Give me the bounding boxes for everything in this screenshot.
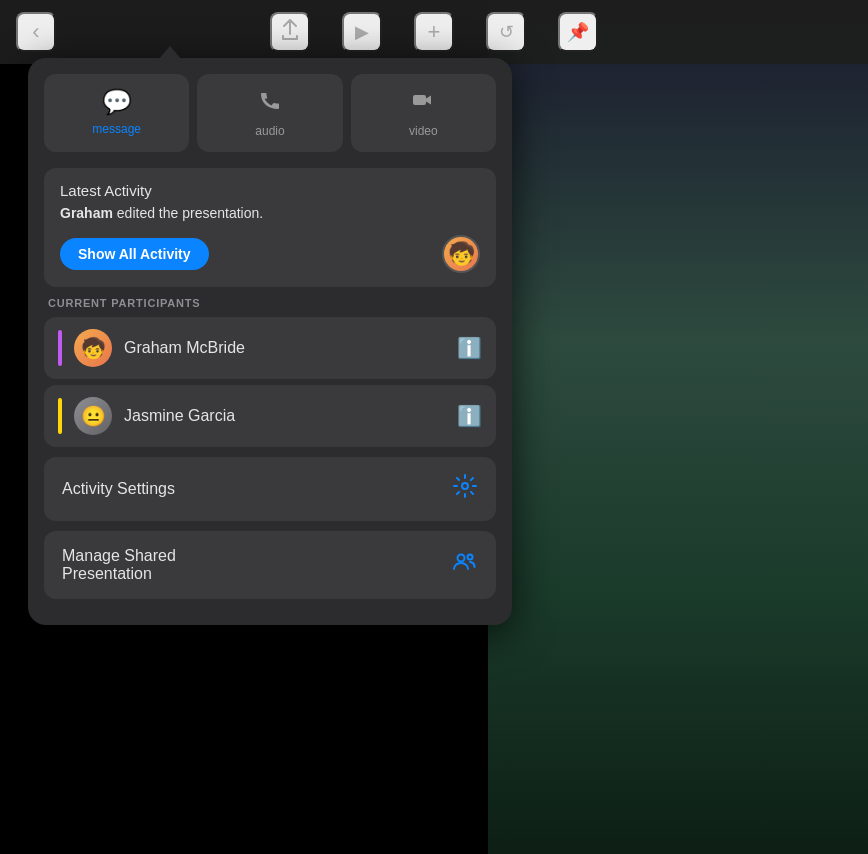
avatar-emoji-graham: 🧒 (81, 336, 106, 360)
participant-name-graham: Graham McBride (124, 339, 445, 357)
history-button[interactable]: ↺ (486, 12, 526, 52)
avatar-emoji-jasmine: 😐 (81, 404, 106, 428)
participant-bar-jasmine (58, 398, 62, 434)
activity-description: Graham edited the presentation. (60, 205, 480, 221)
back-button[interactable]: ‹ (16, 12, 56, 52)
manage-shared-icon (452, 549, 478, 581)
activity-rest: edited the presentation. (113, 205, 263, 221)
back-icon: ‹ (32, 19, 39, 45)
tab-message-label: message (92, 122, 141, 136)
activity-footer: Show All Activity 🧒 (60, 235, 480, 273)
manage-shared-label: Manage Shared Presentation (62, 547, 176, 583)
play-button[interactable]: ▶ (342, 12, 382, 52)
background-image (488, 0, 868, 854)
svg-rect-0 (413, 95, 426, 105)
participant-name-jasmine: Jasmine Garcia (124, 407, 445, 425)
popover-panel: 💬 message audio video Latest Activity (28, 58, 512, 625)
info-icon-graham[interactable]: ℹ️ (457, 336, 482, 360)
activity-settings-item[interactable]: Activity Settings (44, 457, 496, 521)
manage-shared-item[interactable]: Manage Shared Presentation (44, 531, 496, 599)
toolbar: ‹ ▶ + ↺ 📌 (0, 0, 868, 64)
add-button[interactable]: + (414, 12, 454, 52)
add-icon: + (428, 19, 441, 45)
play-icon: ▶ (355, 21, 369, 43)
svg-point-3 (468, 555, 473, 560)
activity-avatar: 🧒 (442, 235, 480, 273)
message-icon: 💬 (102, 88, 132, 116)
audio-icon (258, 88, 282, 118)
svg-point-1 (462, 483, 468, 489)
share-icon (280, 19, 300, 46)
svg-point-2 (458, 555, 465, 562)
participants-label: CURRENT PARTICIPANTS (44, 297, 496, 309)
avatar-emoji: 🧒 (448, 241, 475, 267)
tab-message[interactable]: 💬 message (44, 74, 189, 152)
participant-bar-graham (58, 330, 62, 366)
participants-section: CURRENT PARTICIPANTS 🧒 Graham McBride ℹ️… (44, 297, 496, 447)
activity-bold: Graham (60, 205, 113, 221)
pin-button[interactable]: 📌 (558, 12, 598, 52)
tab-video-label: video (409, 124, 438, 138)
participant-avatar-graham: 🧒 (74, 329, 112, 367)
video-icon (411, 88, 435, 118)
tab-audio[interactable]: audio (197, 74, 342, 152)
activity-settings-label: Activity Settings (62, 480, 175, 498)
history-icon: ↺ (499, 21, 514, 43)
participant-avatar-jasmine: 😐 (74, 397, 112, 435)
tab-row: 💬 message audio video (44, 74, 496, 152)
tab-audio-label: audio (255, 124, 284, 138)
participant-item-jasmine[interactable]: 😐 Jasmine Garcia ℹ️ (44, 385, 496, 447)
latest-activity-title: Latest Activity (60, 182, 480, 199)
show-all-activity-button[interactable]: Show All Activity (60, 238, 209, 270)
share-icon-button[interactable] (270, 12, 310, 52)
pin-icon: 📌 (567, 21, 589, 43)
participant-item-graham[interactable]: 🧒 Graham McBride ℹ️ (44, 317, 496, 379)
info-icon-jasmine[interactable]: ℹ️ (457, 404, 482, 428)
activity-settings-icon (452, 473, 478, 505)
latest-activity-section: Latest Activity Graham edited the presen… (44, 168, 496, 287)
tab-video[interactable]: video (351, 74, 496, 152)
